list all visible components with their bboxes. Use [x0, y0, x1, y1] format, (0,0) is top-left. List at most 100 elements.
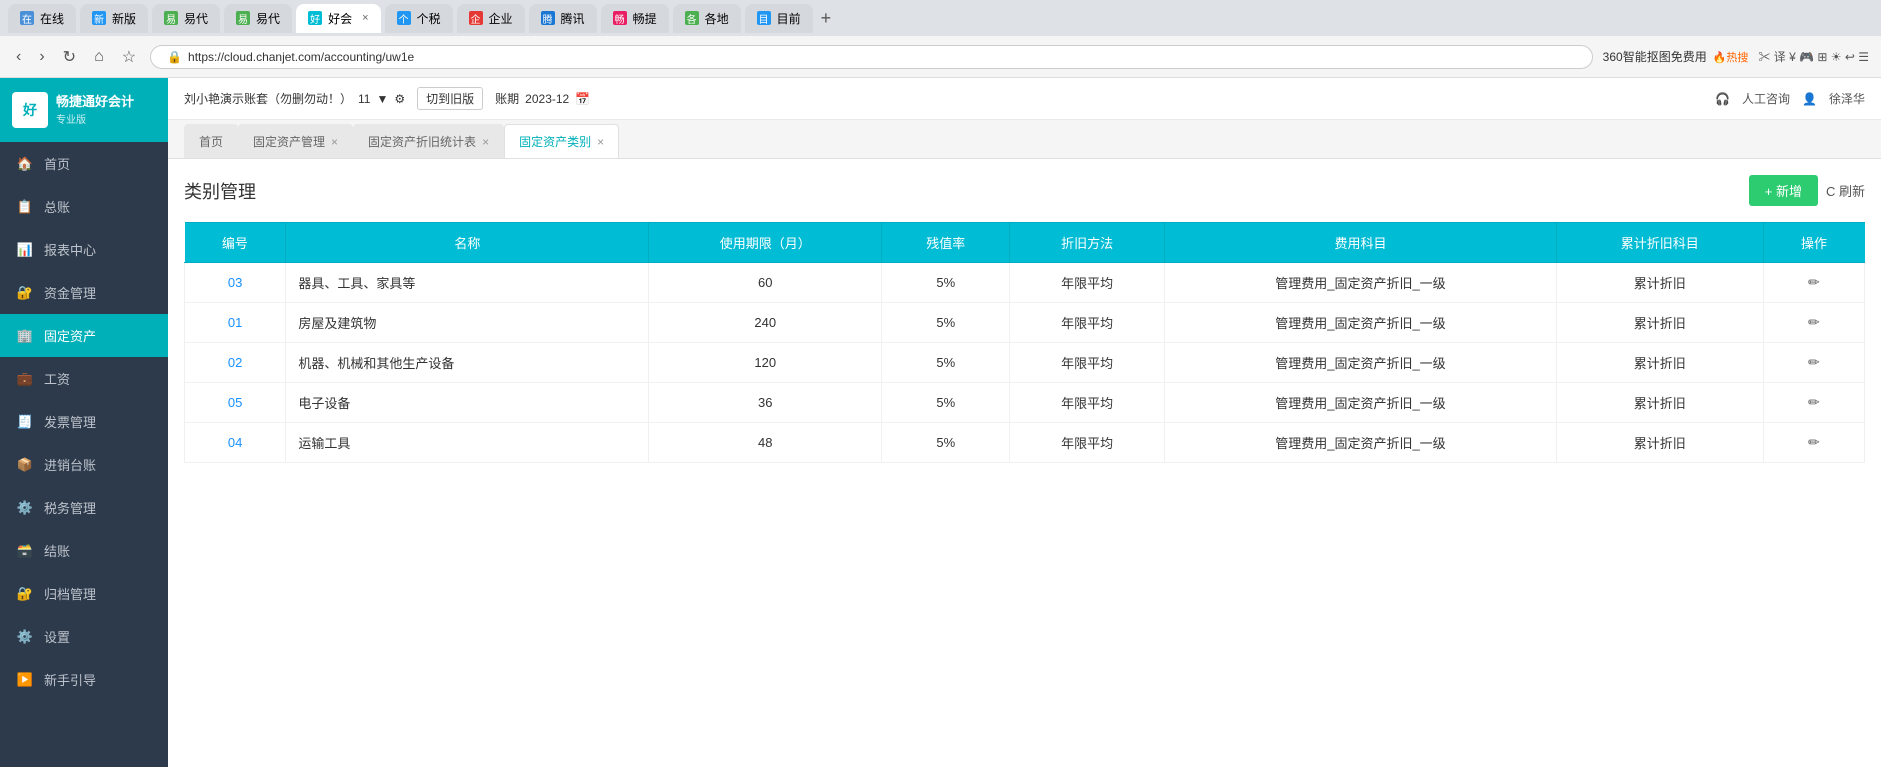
tab-7-label: 企业	[489, 10, 513, 27]
page-tab-assets-mgmt-close[interactable]: ×	[331, 135, 338, 149]
table-row: 04 运输工具 48 5% 年限平均 管理费用_固定资产折旧_一级 累计折旧 ✏	[185, 423, 1865, 463]
switch-to-old-btn[interactable]: 切到旧版	[417, 87, 483, 110]
sidebar-item-assets[interactable]: 🏢 固定资产	[0, 314, 168, 357]
sidebar-item-closing-label: 结账	[44, 541, 70, 560]
browser-tab-1[interactable]: 在 在线	[8, 4, 76, 33]
new-tab-button[interactable]: +	[817, 8, 836, 29]
sidebar-item-stock-label: 进销台账	[44, 455, 96, 474]
page-tab-assets-mgmt[interactable]: 固定资产管理 ×	[238, 124, 353, 158]
sidebar-item-funds[interactable]: 🔐 资金管理	[0, 271, 168, 314]
tab-9-icon: 畅	[613, 11, 627, 25]
calendar-icon[interactable]: 📅	[575, 92, 590, 106]
col-header-months: 使用期限（月）	[649, 223, 882, 263]
user-avatar-icon: 👤	[1802, 92, 1817, 106]
dropdown-icon[interactable]: ▼	[376, 92, 388, 106]
row-1-action[interactable]: ✏	[1763, 263, 1864, 303]
browser-tab-5[interactable]: 好 好会 ×	[296, 4, 380, 33]
tab-3-icon: 易	[164, 11, 178, 25]
row-2-accumulated: 累计折旧	[1556, 303, 1763, 343]
hot-tag: 🔥热搜	[1713, 49, 1749, 65]
search-label: 360智能抠图免费用	[1603, 48, 1707, 65]
col-header-expense: 费用科目	[1164, 223, 1556, 263]
refresh-button[interactable]: C 刷新	[1826, 181, 1865, 200]
tab-5-close[interactable]: ×	[362, 12, 368, 24]
tab-3-label: 易代	[184, 10, 208, 27]
browser-tab-6[interactable]: 个 个税	[385, 4, 453, 33]
sidebar-item-guide[interactable]: ▶️ 新手引导	[0, 658, 168, 701]
tab-10-icon: 各	[685, 11, 699, 25]
home-button[interactable]: ⌂	[90, 44, 108, 70]
col-header-action: 操作	[1763, 223, 1864, 263]
row-5-accumulated: 累计折旧	[1556, 423, 1763, 463]
table-row: 01 房屋及建筑物 240 5% 年限平均 管理费用_固定资产折旧_一级 累计折…	[185, 303, 1865, 343]
row-3-edit-btn[interactable]: ✏	[1808, 354, 1820, 371]
col-header-code: 编号	[185, 223, 286, 263]
settings-gear-icon[interactable]: ⚙	[394, 92, 405, 106]
row-5-name: 运输工具	[286, 423, 649, 463]
row-1-code: 03	[185, 263, 286, 303]
row-5-months: 48	[649, 423, 882, 463]
page-tab-home[interactable]: 首页	[184, 124, 238, 158]
forward-button[interactable]: ›	[35, 44, 48, 70]
row-4-action[interactable]: ✏	[1763, 383, 1864, 423]
row-4-residual: 5%	[882, 383, 1010, 423]
reload-button[interactable]: ↻	[59, 43, 80, 71]
bookmark-button[interactable]: ☆	[118, 43, 140, 71]
url-bar[interactable]: 🔒 https://cloud.chanjet.com/accounting/u…	[150, 45, 1593, 69]
row-2-edit-btn[interactable]: ✏	[1808, 314, 1820, 331]
browser-tab-7[interactable]: 企 企业	[457, 4, 525, 33]
sidebar-item-home[interactable]: 🏠 首页	[0, 142, 168, 185]
row-3-action[interactable]: ✏	[1763, 343, 1864, 383]
back-button[interactable]: ‹	[12, 44, 25, 70]
browser-tab-8[interactable]: 腾 腾讯	[529, 4, 597, 33]
funds-icon: 🔐	[16, 284, 34, 302]
browser-tab-2[interactable]: 新 新版	[80, 4, 148, 33]
row-2-action[interactable]: ✏	[1763, 303, 1864, 343]
tab-1-label: 在线	[40, 10, 64, 27]
tab-11-icon: 目	[757, 11, 771, 25]
app-header: 刘小艳演示账套（勿删勿动！） 11 ▼ ⚙ 切到旧版 账期 2023-12 📅 …	[168, 78, 1881, 120]
page-tab-category[interactable]: 固定资产类别 ×	[504, 124, 619, 158]
browser-tab-10[interactable]: 各 各地	[673, 4, 741, 33]
browser-tab-11[interactable]: 目 目前	[745, 4, 813, 33]
row-4-edit-btn[interactable]: ✏	[1808, 394, 1820, 411]
sidebar-item-salary[interactable]: 💼 工资	[0, 357, 168, 400]
row-1-edit-btn[interactable]: ✏	[1808, 274, 1820, 291]
sidebar-item-assets-label: 固定资产	[44, 326, 96, 345]
consult-label[interactable]: 人工咨询	[1742, 90, 1790, 107]
sidebar-item-stock[interactable]: 📦 进销台账	[0, 443, 168, 486]
sidebar-item-funds-label: 资金管理	[44, 283, 96, 302]
sidebar-item-ledger[interactable]: 📋 总账	[0, 185, 168, 228]
sidebar-item-invoice[interactable]: 🧾 发票管理	[0, 400, 168, 443]
page-tab-depreciation[interactable]: 固定资产折旧统计表 ×	[353, 124, 504, 158]
add-button[interactable]: + 新增	[1749, 175, 1818, 206]
row-2-expense: 管理费用_固定资产折旧_一级	[1164, 303, 1556, 343]
sidebar-item-reports[interactable]: 📊 报表中心	[0, 228, 168, 271]
row-5-action[interactable]: ✏	[1763, 423, 1864, 463]
sidebar-item-closing[interactable]: 🗃️ 结账	[0, 529, 168, 572]
sidebar-item-guide-label: 新手引导	[44, 670, 96, 689]
row-4-expense: 管理费用_固定资产折旧_一级	[1164, 383, 1556, 423]
tab-2-icon: 新	[92, 11, 106, 25]
browser-tab-3[interactable]: 易 易代	[152, 4, 220, 33]
sidebar-item-settings[interactable]: ⚙️ 设置	[0, 615, 168, 658]
row-3-method: 年限平均	[1010, 343, 1164, 383]
main-content: 类别管理 + 新增 C 刷新 编号 名称 使用期限（月） 残值率 折旧方法 费用…	[168, 159, 1881, 767]
row-3-name: 机器、机械和其他生产设备	[286, 343, 649, 383]
page-tab-category-close[interactable]: ×	[597, 135, 604, 149]
row-3-residual: 5%	[882, 343, 1010, 383]
sidebar-item-tax[interactable]: ⚙️ 税务管理	[0, 486, 168, 529]
tab-1-icon: 在	[20, 11, 34, 25]
sidebar-item-invoice-label: 发票管理	[44, 412, 96, 431]
tab-7-icon: 企	[469, 11, 483, 25]
row-5-edit-btn[interactable]: ✏	[1808, 434, 1820, 451]
browser-tab-9[interactable]: 畅 畅提	[601, 4, 669, 33]
row-4-accumulated: 累计折旧	[1556, 383, 1763, 423]
extensions-area: ✂ 译 ¥ 🎮 ⊞ ☀ ↩ ☰	[1758, 48, 1869, 65]
tab-6-label: 个税	[417, 10, 441, 27]
page-tab-depreciation-close[interactable]: ×	[482, 135, 489, 149]
row-1-accumulated: 累计折旧	[1556, 263, 1763, 303]
browser-tab-4[interactable]: 易 易代	[224, 4, 292, 33]
table-row: 03 器具、工具、家具等 60 5% 年限平均 管理费用_固定资产折旧_一级 累…	[185, 263, 1865, 303]
sidebar-item-archive[interactable]: 🔐 归档管理	[0, 572, 168, 615]
